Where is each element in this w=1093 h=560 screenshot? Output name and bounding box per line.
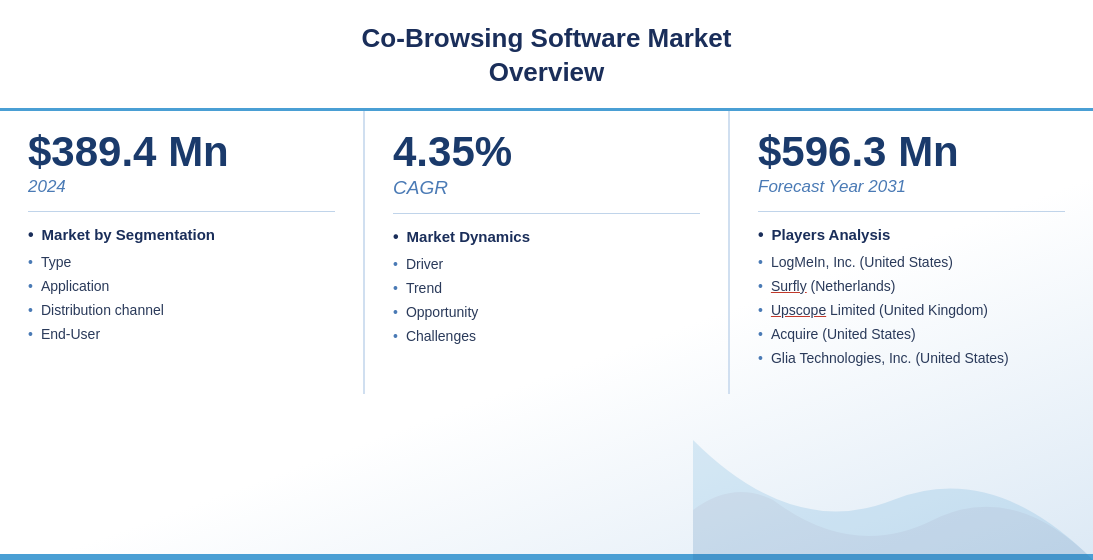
stat-value-2031: $596.3 Mn [758,129,1065,175]
upscope-link[interactable]: Upscope [771,302,826,318]
column-market-size: $389.4 Mn 2024 Market by Segmentation Ty… [0,111,365,394]
stat-label-2031: Forecast Year 2031 [758,177,1065,197]
page-title: Co-Browsing Software Market Overview [20,22,1073,90]
list-item: Challenges [393,328,700,344]
list-item: Application [28,278,335,294]
list-item: Driver [393,256,700,272]
bottom-bar [0,554,1093,560]
dynamics-list: Driver Trend Opportunity Challenges [393,256,700,344]
list-item: Opportunity [393,304,700,320]
column-forecast: $596.3 Mn Forecast Year 2031 Players Ana… [730,111,1093,394]
stat-value-cagr: 4.35% [393,129,700,175]
stat-label-cagr: CAGR [393,177,700,199]
wave-decoration [693,380,1093,560]
list-item: Glia Technologies, Inc. (United States) [758,350,1065,366]
bottom-bar-1 [0,554,364,560]
stat-label-2024: 2024 [28,177,335,197]
list-item: Type [28,254,335,270]
list-title-segmentation: Market by Segmentation [28,226,335,244]
list-item: LogMeIn, Inc. (United States) [758,254,1065,270]
columns-wrapper: $389.4 Mn 2024 Market by Segmentation Ty… [0,108,1093,394]
stat-value-2024: $389.4 Mn [28,129,335,175]
segmentation-list: Type Application Distribution channel En… [28,254,335,342]
list-item: Distribution channel [28,302,335,318]
list-title-players: Players Analysis [758,226,1065,244]
page-wrapper: Co-Browsing Software Market Overview $38… [0,0,1093,560]
bottom-bar-2 [364,554,728,560]
players-list: LogMeIn, Inc. (United States) Surfly (Ne… [758,254,1065,366]
list-item: Trend [393,280,700,296]
list-item: Surfly (Netherlands) [758,278,1065,294]
list-title-dynamics: Market Dynamics [393,228,700,246]
list-item: End-User [28,326,335,342]
surfly-link[interactable]: Surfly [771,278,807,294]
list-item: Upscope Limited (United Kingdom) [758,302,1065,318]
title-section: Co-Browsing Software Market Overview [0,0,1093,100]
column-cagr: 4.35% CAGR Market Dynamics Driver Trend … [365,111,730,394]
list-item: Acquire (United States) [758,326,1065,342]
bottom-bar-3 [729,554,1093,560]
